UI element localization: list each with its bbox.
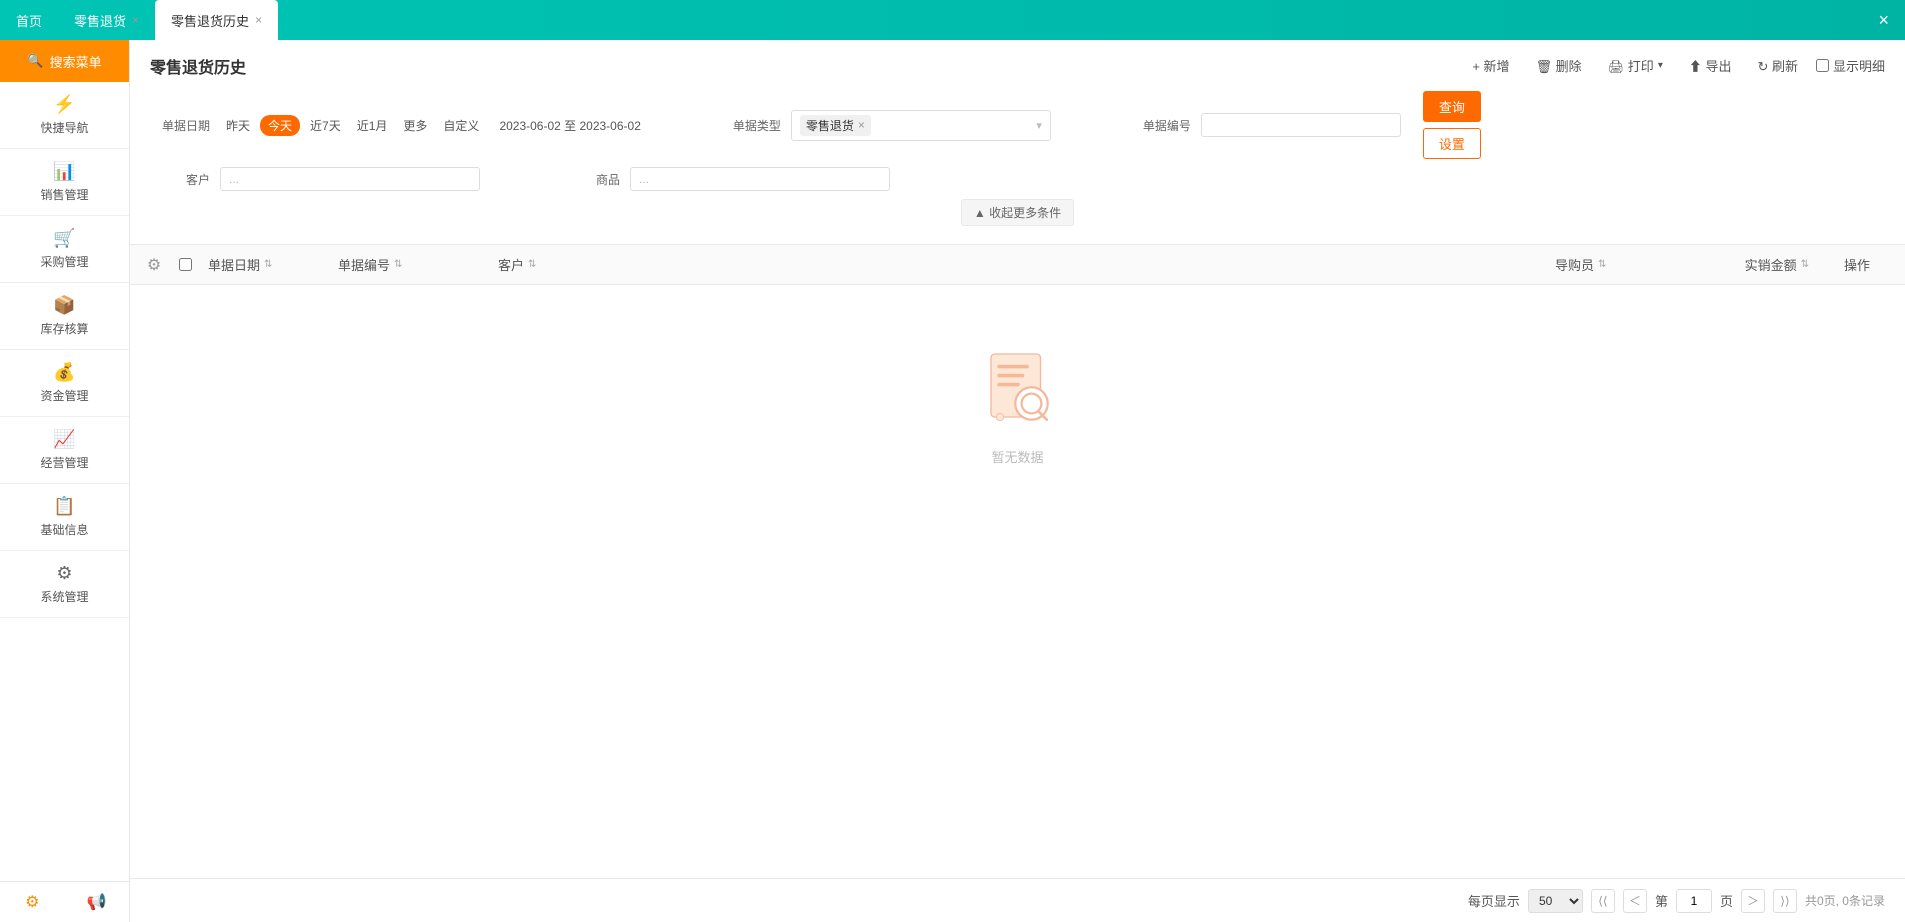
page-header: 零售退货历史 + 新增 🗑 删除 🖨 打印 ▾ ⬆ 导出 [130,40,1905,245]
page-label: 第 [1655,891,1668,910]
goods-select[interactable]: ... [630,167,890,191]
filter-row-customer: 客户 ... 商品 ... [150,167,1885,191]
date-option-custom[interactable]: 自定义 [437,115,485,136]
pagination-bar: 每页显示 50 100 200 ⟨⟨ ＜ 第 页 ＞ ⟩⟩ 共0页, 0条记录 [130,878,1905,922]
th-date[interactable]: 单据日期 ⇅ [200,255,330,274]
delete-button[interactable]: 🗑 删除 [1528,52,1590,79]
tab-home[interactable]: 首页 [0,0,58,40]
date-options: 昨天 今天 近7天 近1月 更多 自定义 [220,115,485,136]
export-button[interactable]: ⬆ 导出 [1681,52,1740,79]
sidebar-item-quick-nav[interactable]: ⚡ 快捷导航 [0,82,129,149]
sidebar-search[interactable]: 🔍 搜索菜单 [0,40,129,82]
page-title: 零售退货历史 [150,54,246,78]
th-guide[interactable]: 导购员 ⇅ [1547,255,1697,274]
th-operation: 操作 [1817,255,1897,274]
show-detail-checkbox-area[interactable]: 显示明细 [1816,56,1885,75]
sidebar-speaker-btn[interactable]: 📢 [65,882,130,922]
sidebar-item-basic-info[interactable]: 📋 基础信息 [0,484,129,551]
basic-info-icon: 📋 [53,496,75,517]
page-size-select[interactable]: 50 100 200 [1528,889,1583,913]
operations-icon: 📈 [53,429,75,450]
th-customer[interactable]: 客户 ⇅ [490,255,1547,274]
date-option-more[interactable]: 更多 [397,115,433,136]
sort-guide-icon: ⇅ [1598,259,1606,270]
prev-page-button[interactable]: ＜ [1623,889,1647,913]
type-label: 单据类型 [721,117,781,134]
sort-num-icon: ⇅ [394,259,402,270]
sidebar-item-operations[interactable]: 📈 经营管理 [0,417,129,484]
sort-amount-icon: ⇅ [1801,259,1809,270]
page-unit-label: 页 [1720,891,1733,910]
print-dropdown-icon: ▾ [1658,60,1663,71]
table-area: ⚙ 单据日期 ⇅ 单据编号 ⇅ 客户 ⇅ 导购员 ⇅ [130,245,1905,878]
page-total: 共0页, 0条记录 [1805,892,1885,909]
next-page-button[interactable]: ＞ [1741,889,1765,913]
goods-label: 商品 [560,171,620,188]
sidebar: 🔍 搜索菜单 ⚡ 快捷导航 📊 销售管理 🛒 采购管理 📦 库存核算 💰 资金管… [0,40,130,922]
content-area: 零售退货历史 + 新增 🗑 删除 🖨 打印 ▾ ⬆ 导出 [130,40,1905,922]
sort-date-icon: ⇅ [264,259,272,270]
type-tag: 零售退货 × [800,115,871,136]
add-button[interactable]: + 新增 [1464,52,1517,79]
refresh-button[interactable]: ↻ 刷新 [1749,52,1806,79]
close-tab-retail-return-icon[interactable]: × [132,13,139,27]
quick-nav-icon: ⚡ [53,94,75,115]
empty-text: 暂无数据 [991,447,1043,466]
table-select-all[interactable] [170,258,200,271]
type-select[interactable]: 零售退货 × ▾ [791,110,1051,141]
tab-retail-return-history[interactable]: 零售退货历史 × [155,0,278,40]
sidebar-item-system[interactable]: ⚙ 系统管理 [0,551,129,618]
th-amount[interactable]: 实销金额 ⇅ [1697,255,1817,274]
num-input[interactable] [1201,113,1401,137]
remove-type-tag-btn[interactable]: × [858,118,865,132]
sales-icon: 📊 [53,161,75,182]
show-detail-checkbox[interactable] [1816,59,1829,72]
date-label: 单据日期 [150,117,210,134]
purchase-icon: 🛒 [53,228,75,249]
type-select-arrow-icon: ▾ [1036,119,1042,132]
last-page-button[interactable]: ⟩⟩ [1773,889,1797,913]
table-header: ⚙ 单据日期 ⇅ 单据编号 ⇅ 客户 ⇅ 导购员 ⇅ [130,245,1905,285]
empty-state: 暂无数据 [130,285,1905,526]
toolbar: + 新增 🗑 删除 🖨 打印 ▾ ⬆ 导出 ↻ 刷新 [1464,52,1885,79]
close-tab-retail-return-history-icon[interactable]: × [255,13,262,27]
finance-icon: 💰 [53,362,75,383]
page-number-input[interactable] [1676,889,1712,913]
date-option-yesterday[interactable]: 昨天 [220,115,256,136]
sidebar-item-inventory[interactable]: 📦 库存核算 [0,283,129,350]
inventory-icon: 📦 [53,295,75,316]
sidebar-bottom: ⚙ 📢 [0,881,129,922]
print-button[interactable]: 🖨 打印 ▾ [1600,52,1671,79]
set-button[interactable]: 设置 [1423,128,1481,159]
window-close-button[interactable]: × [1878,10,1889,31]
date-option-7days[interactable]: 近7天 [304,115,347,136]
tab-list: 首页 零售退货 × 零售退货历史 × [0,0,1878,40]
query-button[interactable]: 查询 [1423,91,1481,122]
tab-retail-return[interactable]: 零售退货 × [58,0,155,40]
sort-customer-icon: ⇅ [528,259,536,270]
customer-select[interactable]: ... [220,167,480,191]
sidebar-item-purchase[interactable]: 🛒 采购管理 [0,216,129,283]
sidebar-item-sales[interactable]: 📊 销售管理 [0,149,129,216]
empty-icon [973,345,1063,435]
filter-row-date: 单据日期 昨天 今天 近7天 近1月 更多 自定义 2023-06-02 至 2… [150,91,1885,159]
main-layout: 🔍 搜索菜单 ⚡ 快捷导航 📊 销售管理 🛒 采购管理 📦 库存核算 💰 资金管… [0,40,1905,922]
sidebar-settings-btn[interactable]: ⚙ [0,882,65,922]
date-option-1month[interactable]: 近1月 [351,115,394,136]
num-label: 单据编号 [1131,117,1191,134]
system-icon: ⚙ [56,563,72,584]
search-icon: 🔍 [27,53,43,69]
date-option-today[interactable]: 今天 [260,115,300,136]
filter-area: 单据日期 昨天 今天 近7天 近1月 更多 自定义 2023-06-02 至 2… [150,91,1885,244]
date-range-value: 2023-06-02 至 2023-06-02 [499,117,640,134]
th-num[interactable]: 单据编号 ⇅ [330,255,490,274]
page-size-label: 每页显示 [1468,891,1520,910]
select-all-checkbox[interactable] [179,258,192,271]
customer-label: 客户 [150,171,210,188]
table-settings-icon[interactable]: ⚙ [138,255,170,275]
collapse-button[interactable]: ▲ 收起更多条件 [961,199,1074,226]
first-page-button[interactable]: ⟨⟨ [1591,889,1615,913]
top-bar: 首页 零售退货 × 零售退货历史 × × [0,0,1905,40]
sidebar-item-finance[interactable]: 💰 资金管理 [0,350,129,417]
